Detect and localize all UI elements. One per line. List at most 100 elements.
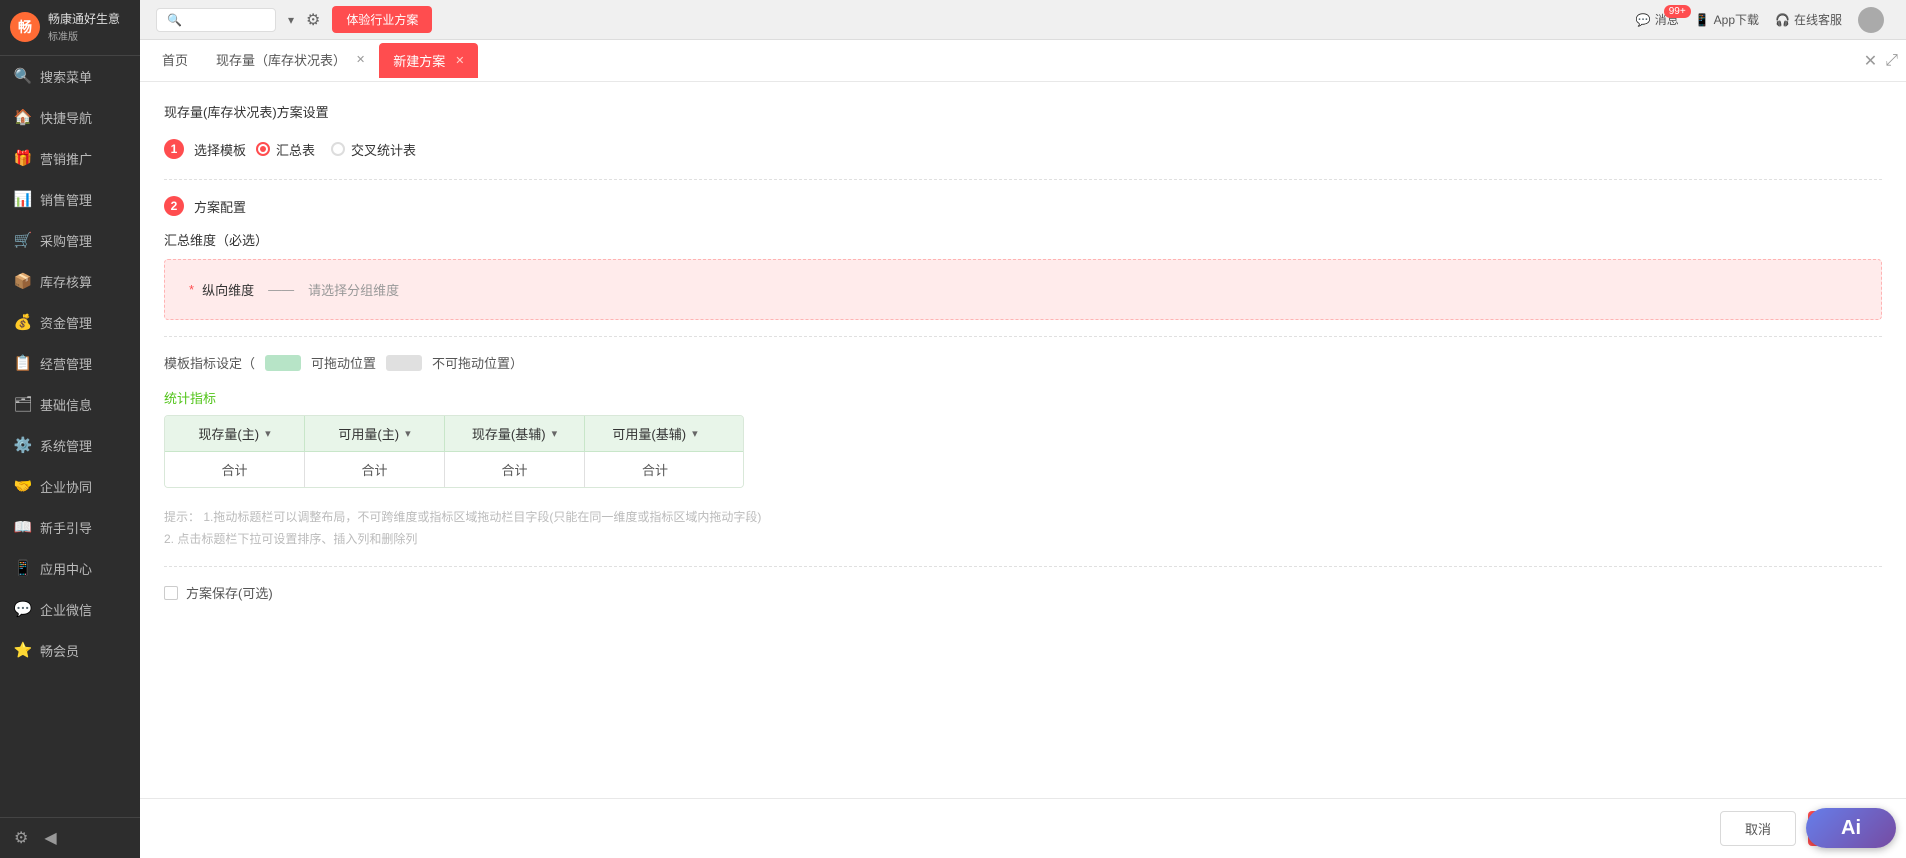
book-icon: 📖 — [14, 518, 32, 536]
user-avatar — [1858, 7, 1884, 33]
sidebar-item-app-center[interactable]: 📱 应用中心 — [0, 548, 140, 589]
home-icon: 🏠 — [14, 108, 32, 126]
radio-cross[interactable]: 交叉统计表 — [331, 140, 416, 159]
sidebar-item-operations[interactable]: 📋 经营管理 — [0, 343, 140, 384]
user-menu[interactable] — [1858, 7, 1890, 33]
tips-title-text: 提示： — [164, 510, 200, 524]
fixed-label: 不可拖动位置） — [432, 353, 523, 372]
sidebar-item-label: 系统管理 — [40, 436, 92, 455]
step2-section: 2 方案配置 汇总维度（必选） * 纵向维度 —— 请选择分组维度 模板指标设定… — [164, 196, 1882, 602]
tab-home[interactable]: 首页 — [148, 40, 202, 81]
app-version: 标准版 — [48, 28, 120, 43]
stats-cell-3: 合计 — [445, 452, 585, 487]
fixed-indicator — [386, 355, 422, 371]
clipboard-icon: 📋 — [14, 354, 32, 372]
online-service-btn[interactable]: 🎧 在线客服 — [1775, 11, 1842, 28]
main-area: 🔍 ▾ ⚙ 体验行业方案 💬 消息 99+ 📱 App下载 🎧 在线客服 — [140, 0, 1906, 858]
sidebar-item-quick-nav[interactable]: 🏠 快捷导航 — [0, 97, 140, 138]
sidebar-item-label: 畅会员 — [40, 641, 79, 660]
stats-cell-4: 合计 — [585, 452, 725, 487]
sidebar-item-label: 采购管理 — [40, 231, 92, 250]
sidebar-item-finance[interactable]: 💰 资金管理 — [0, 302, 140, 343]
sidebar-item-label: 新手引导 — [40, 518, 92, 537]
required-mark: * — [189, 282, 194, 297]
stats-col-1[interactable]: 现存量(主) ▾ — [165, 416, 305, 451]
tab-new-plan-label: 新建方案 — [393, 51, 445, 70]
bottombar: 取消 查询 — [140, 798, 1906, 858]
sidebar-bottom: ⚙ ◀ — [0, 817, 140, 858]
sidebar-item-purchase[interactable]: 🛒 采购管理 — [0, 220, 140, 261]
step1-badge: 1 — [164, 139, 184, 159]
main-content: 现存量(库存状况表)方案设置 1 选择模板 汇总表 交叉统计表 — [140, 82, 1906, 798]
stats-table: 现存量(主) ▾ 可用量(主) ▾ 现存量(基辅) ▾ 可用量(基辅) — [164, 415, 744, 488]
close-window-icon[interactable]: ✕ — [1864, 51, 1877, 71]
stats-table-header-row: 现存量(主) ▾ 可用量(主) ▾ 现存量(基辅) ▾ 可用量(基辅) — [165, 416, 743, 452]
sidebar-item-base-info[interactable]: 🗂 基础信息 — [0, 384, 140, 425]
topbar-dropdown[interactable]: ▾ — [288, 13, 294, 27]
app-download-btn[interactable]: 📱 App下载 — [1695, 11, 1759, 28]
step2-title: 方案配置 — [194, 197, 246, 216]
chat-icon: 💬 — [14, 600, 32, 618]
step2-header: 2 方案配置 — [164, 196, 1882, 216]
sidebar-item-label: 销售管理 — [40, 190, 92, 209]
topbar-search-box[interactable]: 🔍 — [156, 8, 276, 32]
indicator-row: 模板指标设定（ 可拖动位置 不可拖动位置） — [164, 353, 1882, 372]
sidebar-item-sales[interactable]: 📊 销售管理 — [0, 179, 140, 220]
sidebar-search-label: 搜索菜单 — [40, 67, 92, 86]
sidebar-item-label: 应用中心 — [40, 559, 92, 578]
step2-badge: 2 — [164, 196, 184, 216]
col4-chevron-icon: ▾ — [692, 427, 698, 440]
sidebar-item-label: 企业微信 — [40, 600, 92, 619]
sidebar-item-member[interactable]: ⭐ 畅会员 — [0, 630, 140, 671]
page-title: 现存量(库存状况表)方案设置 — [164, 102, 1882, 121]
step1-title: 选择模板 — [194, 140, 246, 159]
save-checkbox[interactable] — [164, 586, 178, 600]
stats-col-3[interactable]: 现存量(基辅) ▾ — [445, 416, 585, 451]
trial-btn[interactable]: 体验行业方案 — [332, 6, 432, 33]
dim-label: 纵向维度 — [202, 280, 254, 299]
expand-icon[interactable]: ⤢ — [1885, 52, 1898, 70]
radio-summary[interactable]: 汇总表 — [256, 140, 315, 159]
tip-item-1: 1.拖动标题栏可以调整布局，不可跨维度或指标区域拖动栏目字段(只能在同一维度或指… — [203, 510, 761, 524]
sidebar-item-cooperation[interactable]: 🤝 企业协同 — [0, 466, 140, 507]
handshake-icon: 🤝 — [14, 477, 32, 495]
stats-col-4[interactable]: 可用量(基辅) ▾ — [585, 416, 725, 451]
box-icon: 📦 — [14, 272, 32, 290]
stats-col-2-label: 可用量(主) — [338, 424, 399, 443]
ai-label: Ai — [1841, 817, 1861, 840]
dim-dash: —— — [268, 282, 294, 297]
sidebar-item-inventory[interactable]: 📦 库存核算 — [0, 261, 140, 302]
tabbar: 首页 现存量（库存状况表） ✕ 新建方案 ✕ ✕ ⤢ — [140, 40, 1906, 82]
settings-bottom-icon[interactable]: ⚙ — [14, 828, 28, 848]
star-icon: ⭐ — [14, 641, 32, 659]
sidebar-item-system[interactable]: ⚙️ 系统管理 — [0, 425, 140, 466]
tab-inventory-status[interactable]: 现存量（库存状况表） ✕ — [202, 40, 379, 81]
message-badge: 99+ — [1664, 5, 1691, 18]
ai-bubble[interactable]: Ai — [1806, 808, 1896, 848]
sidebar-item-label: 快捷导航 — [40, 108, 92, 127]
stats-cell-1: 合计 — [165, 452, 305, 487]
app-name-block: 畅康通好生意 标准版 — [48, 12, 120, 43]
sidebar-search[interactable]: 🔍 搜索菜单 — [0, 56, 140, 97]
stats-col-3-label: 现存量(基辅) — [472, 424, 546, 443]
message-btn[interactable]: 💬 消息 99+ — [1636, 11, 1679, 28]
cancel-button[interactable]: 取消 — [1720, 811, 1796, 846]
tab-new-plan-close-icon[interactable]: ✕ — [455, 54, 464, 67]
phone-icon: 📱 — [14, 559, 32, 577]
sidebar-item-wechat[interactable]: 💬 企业微信 — [0, 589, 140, 630]
sidebar-item-label: 库存核算 — [40, 272, 92, 291]
topbar-gear-icon[interactable]: ⚙ — [306, 10, 320, 30]
divider2 — [164, 336, 1882, 337]
tab-new-plan[interactable]: 新建方案 ✕ — [379, 43, 478, 78]
stats-col-2[interactable]: 可用量(主) ▾ — [305, 416, 445, 451]
speaker-icon[interactable]: ◀ — [44, 828, 56, 848]
tab-inventory-label: 现存量（库存状况表） — [216, 50, 346, 69]
save-option-label: 方案保存(可选) — [186, 583, 273, 602]
tips-title: 提示： 1.拖动标题栏可以调整布局，不可跨维度或指标区域拖动栏目字段(只能在同一… — [164, 507, 1882, 529]
radio-summary-label: 汇总表 — [276, 140, 315, 159]
sidebar-item-newbie[interactable]: 📖 新手引导 — [0, 507, 140, 548]
search-icon: 🔍 — [14, 67, 32, 85]
tab-inventory-close-icon[interactable]: ✕ — [356, 53, 365, 66]
sidebar-item-marketing[interactable]: 🎁 营销推广 — [0, 138, 140, 179]
dimension-area[interactable]: * 纵向维度 —— 请选择分组维度 — [164, 259, 1882, 320]
